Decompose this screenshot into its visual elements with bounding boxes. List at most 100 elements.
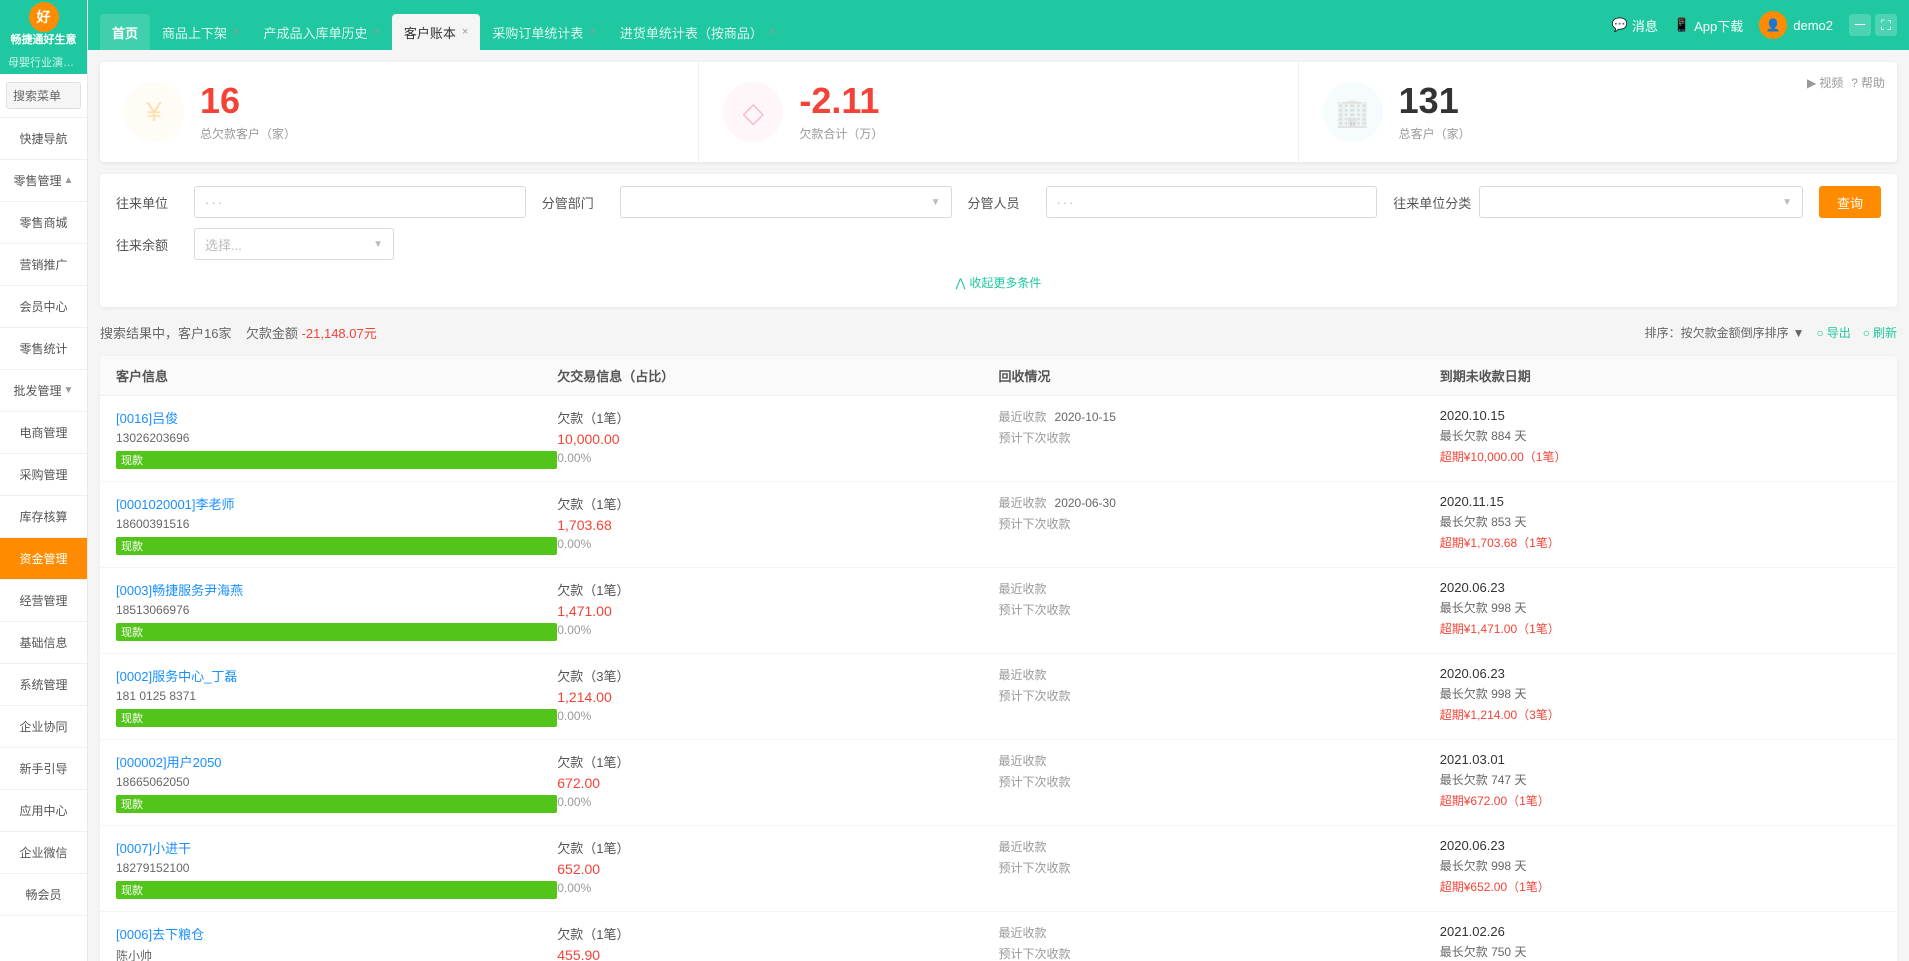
- refresh-button[interactable]: ○ 刷新: [1863, 324, 1897, 341]
- header-customer: 客户信息: [116, 366, 557, 385]
- customer-link-2[interactable]: [0003]畅捷服务尹海燕: [116, 580, 557, 599]
- stat-number-all: 131: [1399, 83, 1471, 119]
- chevron-down-icon: ▲: [64, 175, 74, 186]
- department-select[interactable]: ▼: [620, 186, 952, 218]
- tab-inbound-stats[interactable]: 进货单统计表（按商品） ×: [608, 14, 787, 50]
- filter-category: 往来单位分类 ▼: [1393, 186, 1803, 218]
- stat-card-all-customers: 🏢 131 总客户（家） ▶ 视频 ? 帮助: [1299, 62, 1897, 162]
- table-row: [0007]小进干 18279152100 现款 欠款（1笔） 652.00 0…: [100, 826, 1897, 912]
- tab-home[interactable]: 首页: [100, 14, 150, 50]
- cell-debt-0: 欠款（1笔） 10,000.00 0.00%: [557, 408, 998, 469]
- tab-close-icon[interactable]: ×: [233, 26, 239, 38]
- sidebar-item-kuaijie[interactable]: 快捷导航: [0, 118, 87, 160]
- fullscreen-button[interactable]: ⛶: [1875, 14, 1897, 36]
- cell-collection-6: 最近收款 预计下次收款: [999, 924, 1440, 961]
- sidebar-item-xitong[interactable]: 系统管理: [0, 664, 87, 706]
- cell-debt-4: 欠款（1笔） 672.00 0.00%: [557, 752, 998, 813]
- cell-collection-2: 最近收款 预计下次收款: [999, 580, 1440, 641]
- search-menu-button[interactable]: 搜索菜单: [6, 82, 81, 109]
- video-action[interactable]: ▶ 视频: [1807, 74, 1843, 91]
- sidebar-item-yingxiao[interactable]: 营销推广: [0, 244, 87, 286]
- sidebar-item-jingying[interactable]: 经营管理: [0, 580, 87, 622]
- main-content: 首页 商品上下架 × 产成品入库单历史 × 客户账本 × 采购订单统计表 ×: [88, 0, 1909, 961]
- customer-link-5[interactable]: [0007]小进干: [116, 838, 557, 857]
- cell-debt-2: 欠款（1笔） 1,471.00 0.00%: [557, 580, 998, 641]
- header-debt: 欠交易信息（占比）: [557, 366, 998, 385]
- tab-inbound-history[interactable]: 产成品入库单历史 ×: [251, 14, 391, 50]
- tab-close-icon[interactable]: ×: [373, 26, 379, 38]
- search-button[interactable]: 查询: [1819, 186, 1881, 218]
- sidebar-item-dianshangguan[interactable]: 电商管理: [0, 412, 87, 454]
- sidebar-item-xinshou[interactable]: 新手引导: [0, 748, 87, 790]
- sidebar-item-shanghui[interactable]: 零售商城: [0, 202, 87, 244]
- stat-label-all: 总客户（家）: [1399, 125, 1471, 142]
- cell-collection-0: 最近收款 2020-10-15 预计下次收款: [999, 408, 1440, 469]
- sidebar-item-lingshou[interactable]: 零售管理 ▲: [0, 160, 87, 202]
- tab-close-icon[interactable]: ×: [769, 26, 775, 38]
- sidebar-item-huiyuan[interactable]: 会员中心: [0, 286, 87, 328]
- sidebar-item-zijin[interactable]: 资金管理: [0, 538, 87, 580]
- stat-label-total: 欠款合计（万）: [799, 125, 883, 142]
- video-icon: ▶: [1807, 76, 1816, 90]
- sidebar-item-lingshoutongji[interactable]: 零售统计: [0, 328, 87, 370]
- cell-debt-6: 欠款（1笔） 455.90 0.00%: [557, 924, 998, 961]
- filter-row-2: 往来余额 选择... ▼: [116, 228, 1881, 260]
- sidebar-item-yingyong[interactable]: 应用中心: [0, 790, 87, 832]
- cell-collection-5: 最近收款 预计下次收款: [999, 838, 1440, 899]
- content-area: ¥ 16 总欠款客户（家） ◇ -2.11 欠款合计（万） 🏢: [88, 50, 1909, 961]
- help-icon: ?: [1851, 76, 1858, 90]
- app-logo: 好 畅捷通好生意: [0, 0, 87, 50]
- sort-button[interactable]: 排序：按欠款金额倒序排序 ▼: [1645, 324, 1805, 341]
- top-bar: 首页 商品上下架 × 产成品入库单历史 × 客户账本 × 采购订单统计表 ×: [88, 0, 1909, 50]
- customer-link-3[interactable]: [0002]服务中心_丁磊: [116, 666, 557, 685]
- customer-link-0[interactable]: [0016]吕俊: [116, 408, 557, 427]
- table-row: [0002]服务中心_丁磊 181 0125 8371 现款 欠款（3笔） 1,…: [100, 654, 1897, 740]
- balance-select[interactable]: 选择... ▼: [194, 228, 394, 260]
- customer-link-1[interactable]: [0001020001]李老师: [116, 494, 557, 513]
- stat-card-actions: ▶ 视频 ? 帮助: [1807, 74, 1885, 91]
- sidebar-item-jichu[interactable]: 基础信息: [0, 622, 87, 664]
- sidebar-item-chang[interactable]: 畅会员: [0, 874, 87, 916]
- export-button[interactable]: ○ 导出: [1816, 324, 1850, 341]
- table-row: [0001020001]李老师 18600391516 现款 欠款（1笔） 1,…: [100, 482, 1897, 568]
- download-icon: 📱: [1674, 17, 1690, 33]
- user-menu[interactable]: 👤 demo2: [1759, 11, 1833, 39]
- source-unit-input[interactable]: ···: [194, 186, 526, 218]
- filter-balance: 往来余额 选择... ▼: [116, 228, 1881, 260]
- tab-customer-account[interactable]: 客户账本 ×: [392, 14, 480, 50]
- person-input[interactable]: ···: [1046, 186, 1378, 218]
- sidebar-item-qiyewei[interactable]: 企业微信: [0, 832, 87, 874]
- table-row: [0003]畅捷服务尹海燕 18513066976 现款 欠款（1笔） 1,47…: [100, 568, 1897, 654]
- sidebar-item-qiye[interactable]: 企业协同: [0, 706, 87, 748]
- help-action[interactable]: ? 帮助: [1851, 74, 1885, 91]
- cell-due-6: 2021.02.26 最长欠款 750 天 超期¥455.90（1笔）: [1440, 924, 1881, 961]
- app-download-button[interactable]: 📱 App下载: [1674, 16, 1743, 35]
- customer-link-6[interactable]: [0006]去下粮仓: [116, 924, 557, 943]
- cell-due-4: 2021.03.01 最长欠款 747 天 超期¥672.00（1笔）: [1440, 752, 1881, 813]
- stat-number-owed: 16: [200, 83, 296, 119]
- tab-close-icon[interactable]: ×: [462, 26, 468, 38]
- collapse-filters-button[interactable]: ⋀ 收起更多条件: [116, 270, 1881, 295]
- tab-product-listing[interactable]: 商品上下架 ×: [150, 14, 251, 50]
- tab-purchase-stats[interactable]: 采购订单统计表 ×: [480, 14, 607, 50]
- sidebar-item-kucun[interactable]: 库存核算: [0, 496, 87, 538]
- sidebar: 好 畅捷通好生意 母婴行业演示账套 搜索菜单 快捷导航 零售管理 ▲ 零售商城 …: [0, 0, 88, 961]
- customer-link-4[interactable]: [000002]用户2050: [116, 752, 557, 771]
- top-bar-right: 💬 消息 📱 App下载 👤 demo2 － ⛶: [1612, 11, 1897, 39]
- table-row: [0006]去下粮仓 陈小帅 现款 欠款（1笔） 455.90 0.00% 最近…: [100, 912, 1897, 961]
- tab-close-icon[interactable]: ×: [589, 26, 595, 38]
- message-button[interactable]: 💬 消息: [1612, 16, 1658, 35]
- stat-info-owed: 16 总欠款客户（家）: [200, 83, 296, 142]
- cell-customer-5: [0007]小进干 18279152100 现款: [116, 838, 557, 899]
- sidebar-item-caigou[interactable]: 采购管理: [0, 454, 87, 496]
- sidebar-item-pifa[interactable]: 批发管理 ▼: [0, 370, 87, 412]
- minimize-button[interactable]: －: [1849, 14, 1871, 36]
- cell-collection-4: 最近收款 预计下次收款: [999, 752, 1440, 813]
- cell-collection-1: 最近收款 2020-06-30 预计下次收款: [999, 494, 1440, 555]
- stat-icon-total: ◇: [723, 82, 783, 142]
- category-select[interactable]: ▼: [1479, 186, 1803, 218]
- cell-due-3: 2020.06.23 最长欠款 998 天 超期¥1,214.00（3笔）: [1440, 666, 1881, 727]
- cell-due-0: 2020.10.15 最长欠款 884 天 超期¥10,000.00（1笔）: [1440, 408, 1881, 469]
- cell-customer-1: [0001020001]李老师 18600391516 现款: [116, 494, 557, 555]
- filter-person: 分管人员 ···: [968, 186, 1378, 218]
